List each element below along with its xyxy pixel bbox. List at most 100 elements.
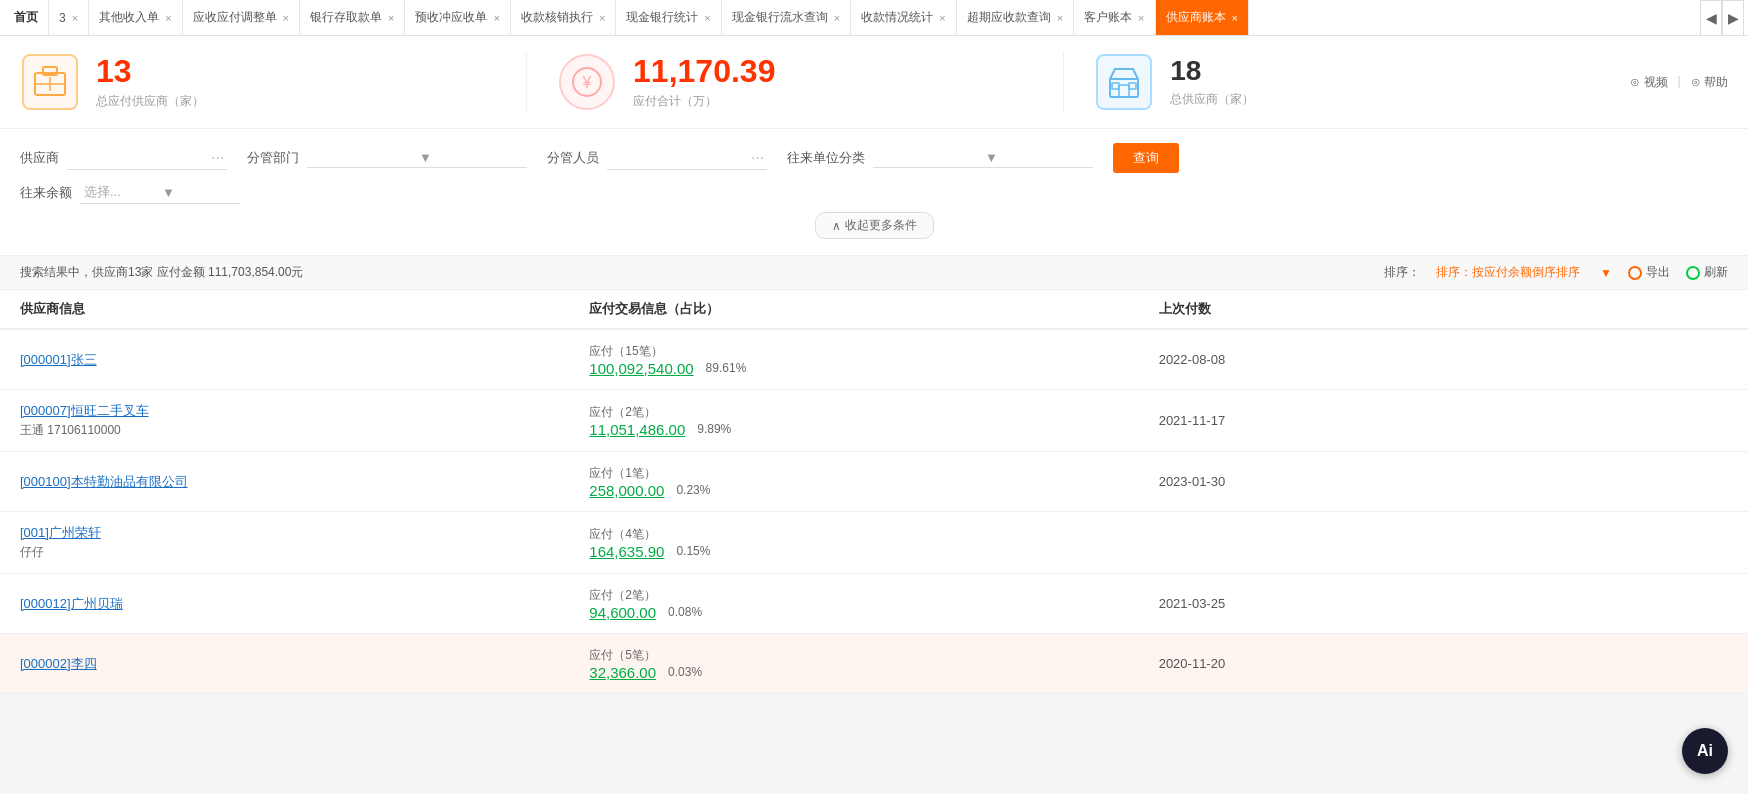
txn-info-cell: 应付（2笔） 94,600.00 0.08% (589, 587, 1158, 621)
last-pay-cell: 2021-11-17 (1159, 413, 1728, 428)
balance-filter-label: 往来余额 (20, 184, 72, 202)
dept-dropdown-arrow-icon[interactable]: ▼ (419, 150, 523, 165)
balance-dropdown-arrow-icon[interactable]: ▼ (162, 185, 236, 200)
close-icon[interactable]: × (388, 12, 394, 24)
supplier-info-cell: [000012]广州贝瑞 (20, 595, 589, 613)
txn-label: 应付（4笔） (589, 526, 1158, 543)
supplier-input[interactable] (71, 150, 211, 165)
nav-tab-receipt-verify[interactable]: 收款核销执行 × (511, 0, 616, 36)
close-icon[interactable]: × (939, 12, 945, 24)
close-icon[interactable]: × (834, 12, 840, 24)
payable-suppliers-number: 13 (96, 54, 204, 89)
help-link[interactable]: ⊙ 帮助 (1691, 74, 1728, 91)
close-icon[interactable]: × (1232, 12, 1238, 24)
txn-amount[interactable]: 32,366.00 (589, 664, 656, 681)
person-input[interactable] (611, 150, 751, 165)
stats-banner: 13 总应付供应商（家） ¥ 11,170.39 应付合计（万） (0, 36, 1748, 129)
close-icon[interactable]: × (165, 12, 171, 24)
supplier-link[interactable]: [000001]张三 (20, 352, 97, 367)
last-pay-cell: 2020-11-20 (1159, 656, 1728, 671)
last-pay-cell: 2021-03-25 (1159, 596, 1728, 611)
nav-tab-prepay-ar[interactable]: 预收冲应收单 × (405, 0, 510, 36)
category-select[interactable]: ▼ (873, 148, 1093, 168)
supplier-link[interactable]: [000007]恒旺二手叉车 (20, 403, 149, 418)
supplier-info-cell: [000002]李四 (20, 655, 589, 673)
export-button[interactable]: 导出 (1628, 264, 1670, 281)
svg-rect-7 (1119, 85, 1129, 97)
nav-arrow-left[interactable]: ◀ (1700, 0, 1722, 36)
txn-percent: 89.61% (706, 361, 747, 375)
category-dropdown-arrow-icon[interactable]: ▼ (985, 150, 1089, 165)
supplier-link[interactable]: [000012]广州贝瑞 (20, 596, 123, 611)
txn-amount[interactable]: 11,051,486.00 (589, 421, 685, 438)
nav-tab-home[interactable]: 首页 (4, 0, 49, 36)
svg-rect-9 (1129, 83, 1136, 89)
close-icon[interactable]: × (1057, 12, 1063, 24)
category-filter-label: 往来单位分类 (787, 149, 865, 167)
nav-tab-ar-ap-adj[interactable]: 应收应付调整单 × (183, 0, 300, 36)
nav-tab-other-income[interactable]: 其他收入单 × (89, 0, 182, 36)
nav-tab-supplier-book[interactable]: 供应商账本 × (1156, 0, 1249, 36)
table-row: [000007]恒旺二手叉车 王通 17106110000 应付（2笔） 11,… (0, 390, 1748, 452)
stats-right-actions: ⊙ 视频 | ⊙ 帮助 (1630, 74, 1728, 91)
close-icon[interactable]: × (1138, 12, 1144, 24)
nav-tab-cash-bank-flow[interactable]: 现金银行流水查询 × (722, 0, 851, 36)
total-suppliers-label: 总供应商（家） (1170, 91, 1254, 108)
txn-label: 应付（2笔） (589, 587, 1158, 604)
supplier-dots-icon[interactable]: ··· (211, 149, 224, 167)
nav-tab-customer-book[interactable]: 客户账本 × (1074, 0, 1155, 36)
dept-select[interactable]: ▼ (307, 148, 527, 168)
supplier-input-wrapper[interactable]: ··· (67, 147, 227, 170)
last-pay-cell: 2023-01-30 (1159, 474, 1728, 489)
video-link[interactable]: ⊙ 视频 (1630, 74, 1667, 91)
refresh-icon (1686, 266, 1700, 280)
close-icon[interactable]: × (704, 12, 710, 24)
stat-info-payable-total: 11,170.39 应付合计（万） (633, 54, 775, 110)
person-filter-label: 分管人员 (547, 149, 599, 167)
supplier-link[interactable]: [000002]李四 (20, 656, 97, 671)
supplier-filter-label: 供应商 (20, 149, 59, 167)
svg-rect-6 (1110, 79, 1138, 97)
nav-arrow-right[interactable]: ▶ (1722, 0, 1744, 36)
collapse-chevron-icon: ∧ (832, 219, 841, 233)
supplier-info-cell: [000100]本特勤油品有限公司 (20, 473, 589, 491)
person-dots-icon[interactable]: ··· (751, 149, 764, 167)
nav-tab-receipt-stat[interactable]: 收款情况统计 × (851, 0, 956, 36)
payable-total-label: 应付合计（万） (633, 93, 775, 110)
balance-select[interactable]: 选择... ▼ (80, 181, 240, 204)
close-icon[interactable]: × (72, 12, 78, 24)
txn-amount[interactable]: 100,092,540.00 (589, 360, 693, 377)
svg-rect-8 (1112, 83, 1119, 89)
sort-select[interactable]: 排序：按应付余额倒序排序 (1436, 264, 1580, 281)
supplier-link[interactable]: [000100]本特勤油品有限公司 (20, 474, 188, 489)
nav-tab-3[interactable]: 3 × (49, 0, 89, 36)
search-button[interactable]: 查询 (1113, 143, 1179, 173)
store-icon (1094, 52, 1154, 112)
nav-arrows: ◀ ▶ (1700, 0, 1744, 36)
collapse-more-conditions-button[interactable]: ∧ 收起更多条件 (815, 212, 934, 239)
txn-info-cell: 应付（1笔） 258,000.00 0.23% (589, 465, 1158, 499)
nav-tab-cash-bank-stat[interactable]: 现金银行统计 × (616, 0, 721, 36)
payable-suppliers-label: 总应付供应商（家） (96, 93, 204, 110)
col-supplier-info: 供应商信息 (20, 300, 589, 318)
supplier-link[interactable]: [001]广州荣轩 (20, 525, 101, 540)
refresh-button[interactable]: 刷新 (1686, 264, 1728, 281)
nav-tab-bank-deposit[interactable]: 银行存取款单 × (300, 0, 405, 36)
txn-amount[interactable]: 164,635.90 (589, 543, 664, 560)
filter-person: 分管人员 ··· (547, 147, 767, 170)
nav-tab-overdue-ar[interactable]: 超期应收款查询 × (957, 0, 1074, 36)
txn-amount[interactable]: 94,600.00 (589, 604, 656, 621)
txn-amount[interactable]: 258,000.00 (589, 482, 664, 499)
person-input-wrapper[interactable]: ··· (607, 147, 767, 170)
close-icon[interactable]: × (493, 12, 499, 24)
txn-label: 应付（15笔） (589, 343, 1158, 360)
txn-info-cell: 应付（5笔） 32,366.00 0.03% (589, 647, 1158, 681)
close-icon[interactable]: × (599, 12, 605, 24)
close-icon[interactable]: × (283, 12, 289, 24)
supplier-info-cell: [001]广州荣轩 仔仔 (20, 524, 589, 561)
results-bar: 搜索结果中，供应商13家 应付金额 111,703,854.00元 排序： 排序… (0, 256, 1748, 290)
supplier-sub: 仔仔 (20, 544, 589, 561)
table-row: [000100]本特勤油品有限公司 应付（1笔） 258,000.00 0.23… (0, 452, 1748, 512)
stat-block-total-suppliers: 18 总供应商（家） (1094, 52, 1600, 112)
sort-dropdown-arrow-icon[interactable]: ▼ (1600, 266, 1612, 280)
